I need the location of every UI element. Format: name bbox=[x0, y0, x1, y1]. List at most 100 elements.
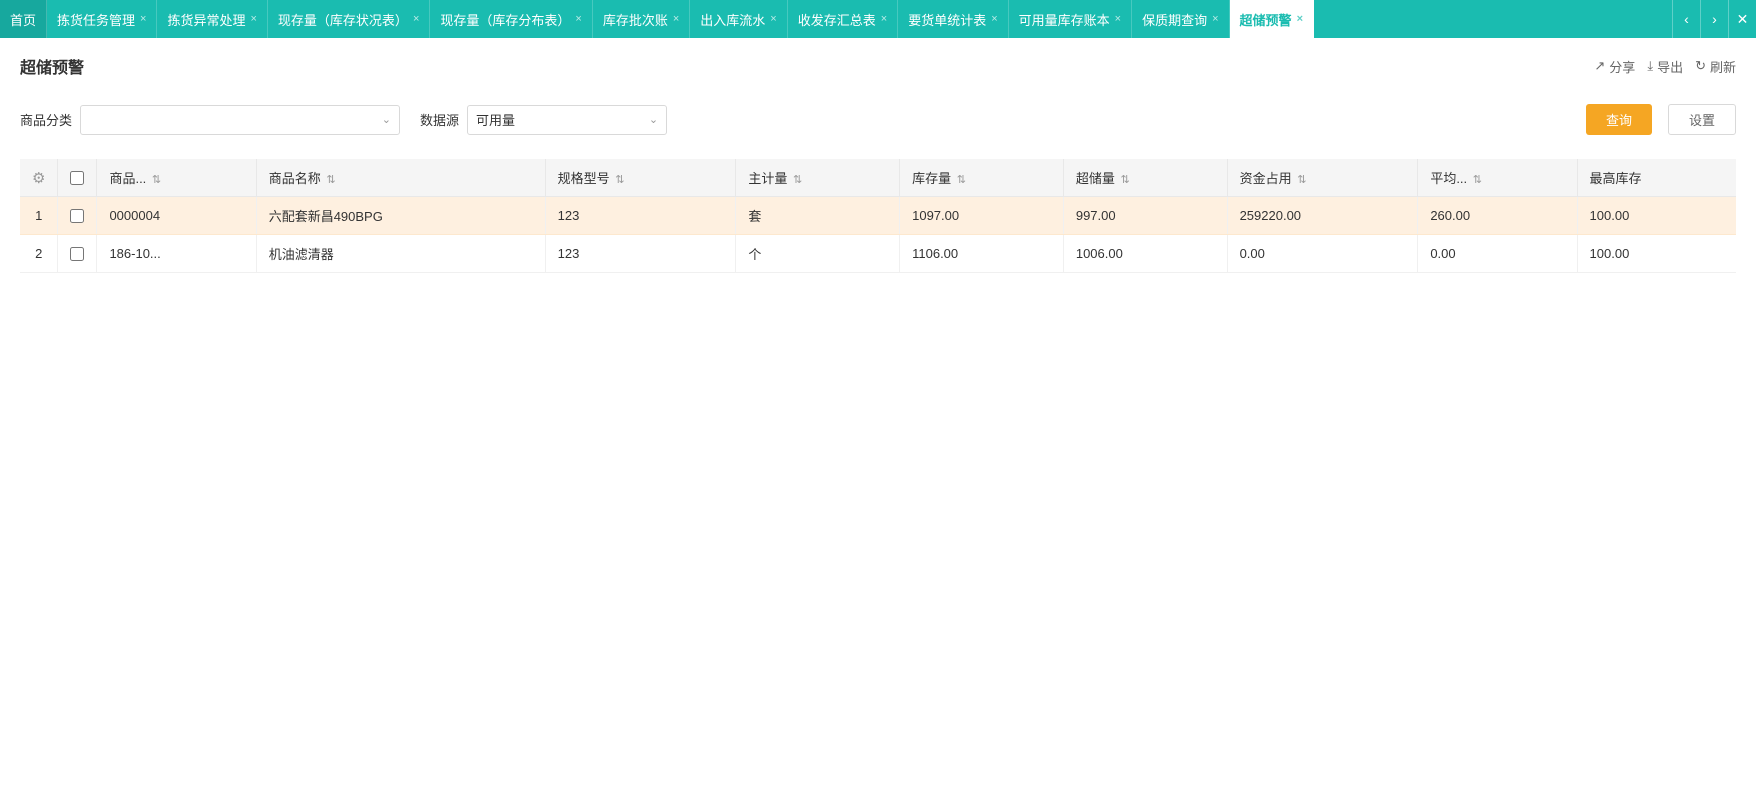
row-avg-1: 0.00 bbox=[1418, 235, 1577, 273]
close-batch[interactable]: × bbox=[673, 13, 679, 25]
nav-item-quality-check[interactable]: 保质期查询 × bbox=[1132, 0, 1229, 38]
nav-item-inventory-status[interactable]: 现存量（库存状况表） × bbox=[268, 0, 430, 38]
row-stock-1: 1106.00 bbox=[900, 235, 1064, 273]
sort-over-stock-icon: ⇅ bbox=[1120, 174, 1129, 186]
table-header-spec[interactable]: 规格型号 ⇅ bbox=[545, 159, 736, 197]
table-header-product-name[interactable]: 商品名称 ⇅ bbox=[256, 159, 545, 197]
table-header-checkbox[interactable] bbox=[58, 159, 97, 197]
table-header-over-stock[interactable]: 超储量 ⇅ bbox=[1063, 159, 1227, 197]
sort-unit-icon: ⇅ bbox=[793, 174, 802, 186]
sort-product-code-icon: ⇅ bbox=[152, 174, 161, 186]
category-select[interactable]: ⌄ bbox=[80, 105, 400, 135]
category-label: 商品分类 bbox=[20, 110, 72, 129]
nav-arrows: ‹ › ✕ bbox=[1672, 0, 1756, 38]
table-header-settings[interactable]: ⚙ bbox=[20, 159, 58, 197]
sort-capital-icon: ⇅ bbox=[1297, 174, 1306, 186]
top-navigation: 首页 拣货任务管理 × 拣货异常处理 × 现存量（库存状况表） × 现存量（库存… bbox=[0, 0, 1756, 38]
row-product-code-0: 0000004 bbox=[97, 197, 256, 235]
nav-arrow-right[interactable]: › bbox=[1700, 0, 1728, 38]
row-select-1[interactable] bbox=[70, 247, 84, 261]
row-capital-1: 0.00 bbox=[1227, 235, 1418, 273]
datasource-dropdown-arrow: ⌄ bbox=[649, 113, 658, 126]
row-num-0: 1 bbox=[20, 197, 58, 235]
row-capital-0: 259220.00 bbox=[1227, 197, 1418, 235]
row-unit-0: 套 bbox=[736, 197, 900, 235]
share-button[interactable]: ↗ 分享 bbox=[1594, 57, 1635, 76]
export-button[interactable]: ⤓ 导出 bbox=[1647, 57, 1683, 76]
nav-arrow-close-all[interactable]: ✕ bbox=[1728, 0, 1756, 38]
th-spec-label: 规格型号 bbox=[558, 171, 610, 186]
table-header-row: ⚙ 商品... ⇅ 商品名称 ⇅ 规格型号 ⇅ bbox=[20, 159, 1736, 197]
row-max-stock-0: 100.00 bbox=[1577, 197, 1736, 235]
page-title: 超储预警 bbox=[20, 54, 84, 78]
datasource-label: 数据源 bbox=[420, 110, 459, 129]
th-capital-label: 资金占用 bbox=[1240, 171, 1292, 186]
th-stock-label: 库存量 bbox=[912, 171, 951, 186]
sort-spec-icon: ⇅ bbox=[615, 174, 624, 186]
filter-row: 商品分类 ⌄ 数据源 可用量 ⌄ 查询 设置 bbox=[20, 94, 1736, 145]
nav-item-recv-send[interactable]: 收发存汇总表 × bbox=[788, 0, 898, 38]
select-all-checkbox[interactable] bbox=[70, 171, 84, 185]
close-recv-send[interactable]: × bbox=[881, 13, 887, 25]
category-dropdown-arrow: ⌄ bbox=[382, 113, 391, 126]
row-spec-1: 123 bbox=[545, 235, 736, 273]
export-icon: ⤓ bbox=[1647, 58, 1653, 74]
page-actions: ↗ 分享 ⤓ 导出 ↻ 刷新 bbox=[1594, 57, 1736, 76]
table-header-max-stock[interactable]: 最高库存 bbox=[1577, 159, 1736, 197]
table-header-capital[interactable]: 资金占用 ⇅ bbox=[1227, 159, 1418, 197]
table-header-stock[interactable]: 库存量 ⇅ bbox=[900, 159, 1064, 197]
row-spec-0: 123 bbox=[545, 197, 736, 235]
table-header-product-code[interactable]: 商品... ⇅ bbox=[97, 159, 256, 197]
nav-item-task-mgmt[interactable]: 拣货任务管理 × bbox=[47, 0, 157, 38]
nav-item-abnormal[interactable]: 拣货异常处理 × bbox=[157, 0, 267, 38]
row-over-stock-0: 997.00 bbox=[1063, 197, 1227, 235]
refresh-button[interactable]: ↻ 刷新 bbox=[1695, 57, 1736, 76]
table-header-unit[interactable]: 主计量 ⇅ bbox=[736, 159, 900, 197]
th-product-name-label: 商品名称 bbox=[269, 171, 321, 186]
row-checkbox-0[interactable] bbox=[58, 197, 97, 235]
nav-item-inout-flow[interactable]: 出入库流水 × bbox=[690, 0, 787, 38]
table-row: 1 0000004 六配套新昌490BPG 123 套 1097.00 997.… bbox=[20, 197, 1736, 235]
close-inout-flow[interactable]: × bbox=[770, 13, 776, 25]
page-content: 超储预警 ↗ 分享 ⤓ 导出 ↻ 刷新 商品分类 ⌄ 数据源 bbox=[0, 38, 1756, 800]
page-header: 超储预警 ↗ 分享 ⤓ 导出 ↻ 刷新 bbox=[20, 54, 1736, 78]
nav-item-home[interactable]: 首页 bbox=[0, 0, 47, 38]
close-task-mgmt[interactable]: × bbox=[140, 13, 146, 25]
nav-item-order-stat[interactable]: 要货单统计表 × bbox=[898, 0, 1008, 38]
row-product-name-0: 六配套新昌490BPG bbox=[256, 197, 545, 235]
datasource-select[interactable]: 可用量 ⌄ bbox=[467, 105, 667, 135]
nav-item-available-stock[interactable]: 可用量库存账本 × bbox=[1009, 0, 1132, 38]
share-icon: ↗ bbox=[1594, 58, 1605, 74]
sort-product-name-icon: ⇅ bbox=[326, 174, 335, 186]
th-over-stock-label: 超储量 bbox=[1076, 171, 1115, 186]
row-avg-0: 260.00 bbox=[1418, 197, 1577, 235]
row-num-1: 2 bbox=[20, 235, 58, 273]
close-available-stock[interactable]: × bbox=[1115, 13, 1121, 25]
row-over-stock-1: 1006.00 bbox=[1063, 235, 1227, 273]
row-product-code-1: 186-10... bbox=[97, 235, 256, 273]
query-button[interactable]: 查询 bbox=[1586, 104, 1652, 135]
data-table: ⚙ 商品... ⇅ 商品名称 ⇅ 规格型号 ⇅ bbox=[20, 159, 1736, 273]
settings-button[interactable]: 设置 bbox=[1668, 104, 1736, 135]
row-max-stock-1: 100.00 bbox=[1577, 235, 1736, 273]
close-abnormal[interactable]: × bbox=[250, 13, 256, 25]
close-order-stat[interactable]: × bbox=[991, 13, 997, 25]
gear-icon[interactable]: ⚙ bbox=[32, 170, 45, 187]
nav-item-inventory-dist[interactable]: 现存量（库存分布表） × bbox=[430, 0, 592, 38]
nav-item-over-stock[interactable]: 超储预警 × bbox=[1230, 0, 1314, 38]
table-header-avg[interactable]: 平均... ⇅ bbox=[1418, 159, 1577, 197]
filter-actions: 查询 设置 bbox=[1586, 104, 1736, 135]
nav-item-batch[interactable]: 库存批次账 × bbox=[593, 0, 690, 38]
close-quality-check[interactable]: × bbox=[1212, 13, 1218, 25]
row-select-0[interactable] bbox=[70, 209, 84, 223]
th-unit-label: 主计量 bbox=[748, 171, 787, 186]
refresh-icon: ↻ bbox=[1695, 58, 1706, 74]
nav-arrow-left[interactable]: ‹ bbox=[1672, 0, 1700, 38]
row-checkbox-1[interactable] bbox=[58, 235, 97, 273]
th-product-code-label: 商品... bbox=[109, 171, 146, 186]
close-over-stock[interactable]: × bbox=[1297, 13, 1303, 25]
table-row: 2 186-10... 机油滤清器 123 个 1106.00 1006.00 … bbox=[20, 235, 1736, 273]
sort-avg-icon: ⇅ bbox=[1473, 174, 1482, 186]
close-inventory-status[interactable]: × bbox=[413, 13, 419, 25]
close-inventory-dist[interactable]: × bbox=[575, 13, 581, 25]
